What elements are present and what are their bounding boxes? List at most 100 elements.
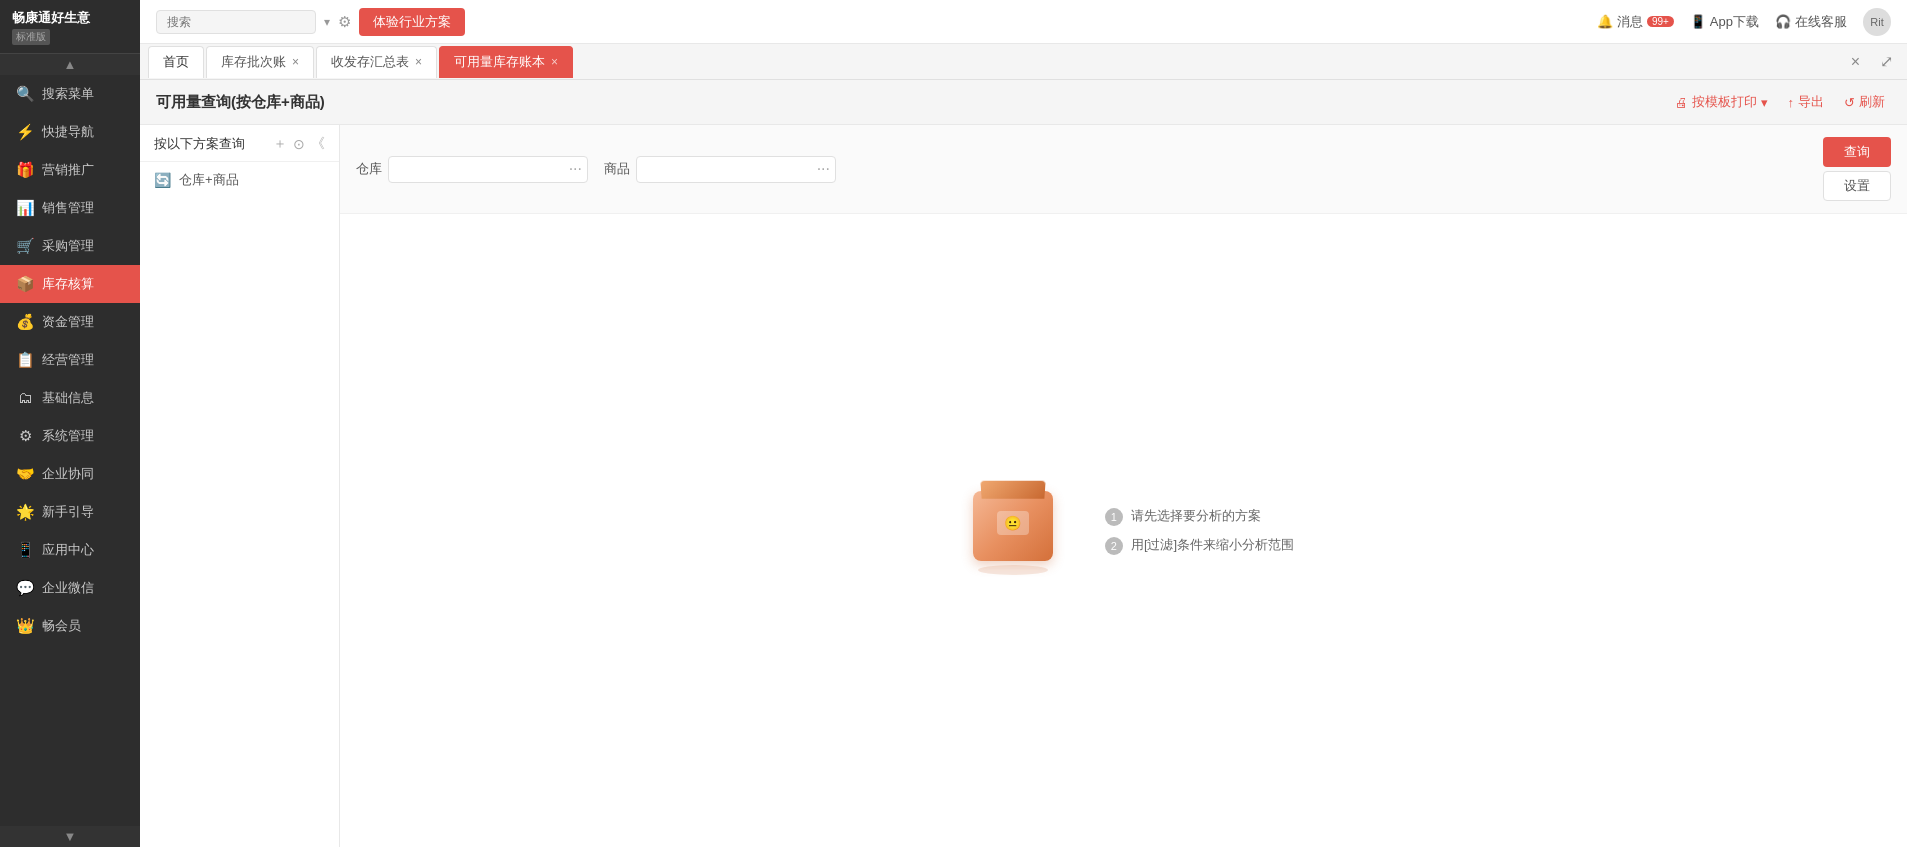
phone-icon: 📱 — [1690, 14, 1706, 29]
search-icon: 🔍 — [16, 85, 34, 103]
hint-text-1: 请先选择要分析的方案 — [1131, 507, 1261, 525]
refresh-label: 刷新 — [1859, 93, 1885, 111]
filter-panel-title: 按以下方案查询 — [154, 135, 245, 153]
page-actions: 🖨 按模板打印 ▾ ↑ 导出 ↺ 刷新 — [1669, 90, 1892, 114]
close-tab-receive-summary[interactable]: × — [415, 55, 422, 69]
tab-home[interactable]: 首页 — [148, 46, 204, 78]
version-badge: 标准版 — [12, 29, 50, 45]
empty-hint-2: 2 用[过滤]条件来缩小分析范围 — [1105, 536, 1294, 555]
sidebar-scroll-down[interactable]: ▼ — [0, 826, 140, 847]
sidebar-item-sales[interactable]: 📊 销售管理 — [0, 189, 140, 227]
sidebar-item-label: 畅会员 — [42, 617, 81, 635]
sidebar-logo: 畅康通好生意 标准版 — [0, 0, 140, 54]
sidebar-scroll-up[interactable]: ▲ — [0, 54, 140, 75]
sidebar-item-search[interactable]: 🔍 搜索菜单 — [0, 75, 140, 113]
hint-number-2: 2 — [1105, 537, 1123, 555]
tab-bar: 首页 库存批次账 × 收发存汇总表 × 可用量库存账本 × × ⤢ — [140, 44, 1907, 80]
product-input[interactable] — [636, 156, 836, 183]
settings-filter-icon[interactable]: ⊙ — [293, 136, 305, 152]
settings-button[interactable]: 设置 — [1823, 171, 1891, 201]
query-button[interactable]: 查询 — [1823, 137, 1891, 167]
empty-hints: 1 请先选择要分析的方案 2 用[过滤]条件来缩小分析范围 — [1105, 507, 1294, 555]
company-name: 畅康通好生意 — [12, 10, 128, 27]
warehouse-more-button[interactable]: ··· — [569, 160, 582, 178]
online-service-button[interactable]: 🎧 在线客服 — [1775, 13, 1847, 31]
sidebar-item-system[interactable]: ⚙ 系统管理 — [0, 417, 140, 455]
hint-number-1: 1 — [1105, 508, 1123, 526]
headset-icon: 🎧 — [1775, 14, 1791, 29]
main-content: ▾ ⚙ 体验行业方案 🔔 消息 99+ 📱 App下载 🎧 在线客服 Rit — [140, 0, 1907, 847]
product-label: 商品 — [604, 160, 630, 178]
empty-shadow — [978, 565, 1048, 575]
basicinfo-icon: 🗂 — [16, 389, 34, 406]
sidebar-item-newguide[interactable]: 🌟 新手引导 — [0, 493, 140, 531]
gift-icon: 🎁 — [16, 161, 34, 179]
content-area: 按以下方案查询 ＋ ⊙ 《 🔄 仓库+商品 仓库 ··· — [140, 125, 1907, 847]
sidebar-item-wechat[interactable]: 💬 企业微信 — [0, 569, 140, 607]
add-filter-icon[interactable]: ＋ — [273, 135, 287, 153]
export-button[interactable]: ↑ 导出 — [1782, 90, 1831, 114]
print-template-button[interactable]: 🖨 按模板打印 ▾ — [1669, 90, 1774, 114]
hint-text-2: 用[过滤]条件来缩小分析范围 — [1131, 536, 1294, 554]
export-icon: ↑ — [1788, 95, 1795, 110]
close-tab-available-ledger[interactable]: × — [551, 55, 558, 69]
member-icon: 👑 — [16, 617, 34, 635]
query-area: 仓库 ··· 商品 ··· 查询 设置 — [340, 125, 1907, 847]
sidebar-item-label: 企业协同 — [42, 465, 94, 483]
product-more-button[interactable]: ··· — [817, 160, 830, 178]
sidebar-item-purchase[interactable]: 🛒 采购管理 — [0, 227, 140, 265]
export-label: 导出 — [1798, 93, 1824, 111]
empty-illustration: 😐 — [953, 471, 1073, 591]
filter-panel: 按以下方案查询 ＋ ⊙ 《 🔄 仓库+商品 — [140, 125, 340, 847]
search-input[interactable] — [156, 10, 316, 34]
maximize-button[interactable]: ⤢ — [1874, 50, 1899, 73]
filter-item-warehouse-product[interactable]: 🔄 仓库+商品 — [140, 162, 339, 198]
close-all-tabs-button[interactable]: × — [1845, 51, 1866, 73]
refresh-button[interactable]: ↺ 刷新 — [1838, 90, 1891, 114]
tab-receive-summary[interactable]: 收发存汇总表 × — [316, 46, 437, 78]
notifications-label: 消息 — [1617, 13, 1643, 31]
sidebar-item-label: 库存核算 — [42, 275, 94, 293]
sidebar-item-shortcut[interactable]: ⚡ 快捷导航 — [0, 113, 140, 151]
experience-button[interactable]: 体验行业方案 — [359, 8, 465, 36]
print-dropdown-icon[interactable]: ▾ — [1761, 95, 1768, 110]
print-template-label: 按模板打印 — [1692, 93, 1757, 111]
notifications-button[interactable]: 🔔 消息 99+ — [1597, 13, 1674, 31]
sidebar-item-label: 经营管理 — [42, 351, 94, 369]
header-actions: 🔔 消息 99+ 📱 App下载 🎧 在线客服 Rit — [1597, 8, 1891, 36]
sidebar-item-marketing[interactable]: 🎁 营销推广 — [0, 151, 140, 189]
warehouse-input[interactable] — [388, 156, 588, 183]
tab-available-ledger[interactable]: 可用量库存账本 × — [439, 46, 573, 78]
sidebar-item-enterprise[interactable]: 🤝 企业协同 — [0, 455, 140, 493]
sidebar-item-label: 新手引导 — [42, 503, 94, 521]
sidebar-item-appcenter[interactable]: 📱 应用中心 — [0, 531, 140, 569]
sidebar-item-finance[interactable]: 💰 资金管理 — [0, 303, 140, 341]
sidebar-item-operations[interactable]: 📋 经营管理 — [0, 341, 140, 379]
query-actions: 查询 设置 — [1823, 137, 1891, 201]
sidebar-item-member[interactable]: 👑 畅会员 — [0, 607, 140, 645]
sidebar-item-inventory[interactable]: 📦 库存核算 — [0, 265, 140, 303]
sidebar-item-label: 采购管理 — [42, 237, 94, 255]
gear-icon[interactable]: ⚙ — [338, 13, 351, 31]
tab-batch-ledger[interactable]: 库存批次账 × — [206, 46, 314, 78]
warehouse-input-wrapper: ··· — [388, 156, 588, 183]
sidebar-item-label: 企业微信 — [42, 579, 94, 597]
empty-box-graphic: 😐 — [973, 491, 1053, 561]
avatar[interactable]: Rit — [1863, 8, 1891, 36]
sidebar-item-label: 搜索菜单 — [42, 85, 94, 103]
app-download-button[interactable]: 📱 App下载 — [1690, 13, 1759, 31]
page-header: 可用量查询(按仓库+商品) 🖨 按模板打印 ▾ ↑ 导出 ↺ 刷新 — [140, 80, 1907, 125]
finance-icon: 💰 — [16, 313, 34, 331]
sidebar-item-label: 资金管理 — [42, 313, 94, 331]
dropdown-icon[interactable]: ▾ — [324, 15, 330, 29]
close-tab-batch-ledger[interactable]: × — [292, 55, 299, 69]
sidebar-item-basicinfo[interactable]: 🗂 基础信息 — [0, 379, 140, 417]
receive-summary-tab-label: 收发存汇总表 — [331, 53, 409, 71]
empty-hint-1: 1 请先选择要分析的方案 — [1105, 507, 1294, 526]
sales-icon: 📊 — [16, 199, 34, 217]
appcenter-icon: 📱 — [16, 541, 34, 559]
sidebar-item-label: 系统管理 — [42, 427, 94, 445]
sidebar-item-label: 基础信息 — [42, 389, 94, 407]
collapse-filter-icon[interactable]: 《 — [311, 135, 325, 153]
cart-icon: 🛒 — [16, 237, 34, 255]
